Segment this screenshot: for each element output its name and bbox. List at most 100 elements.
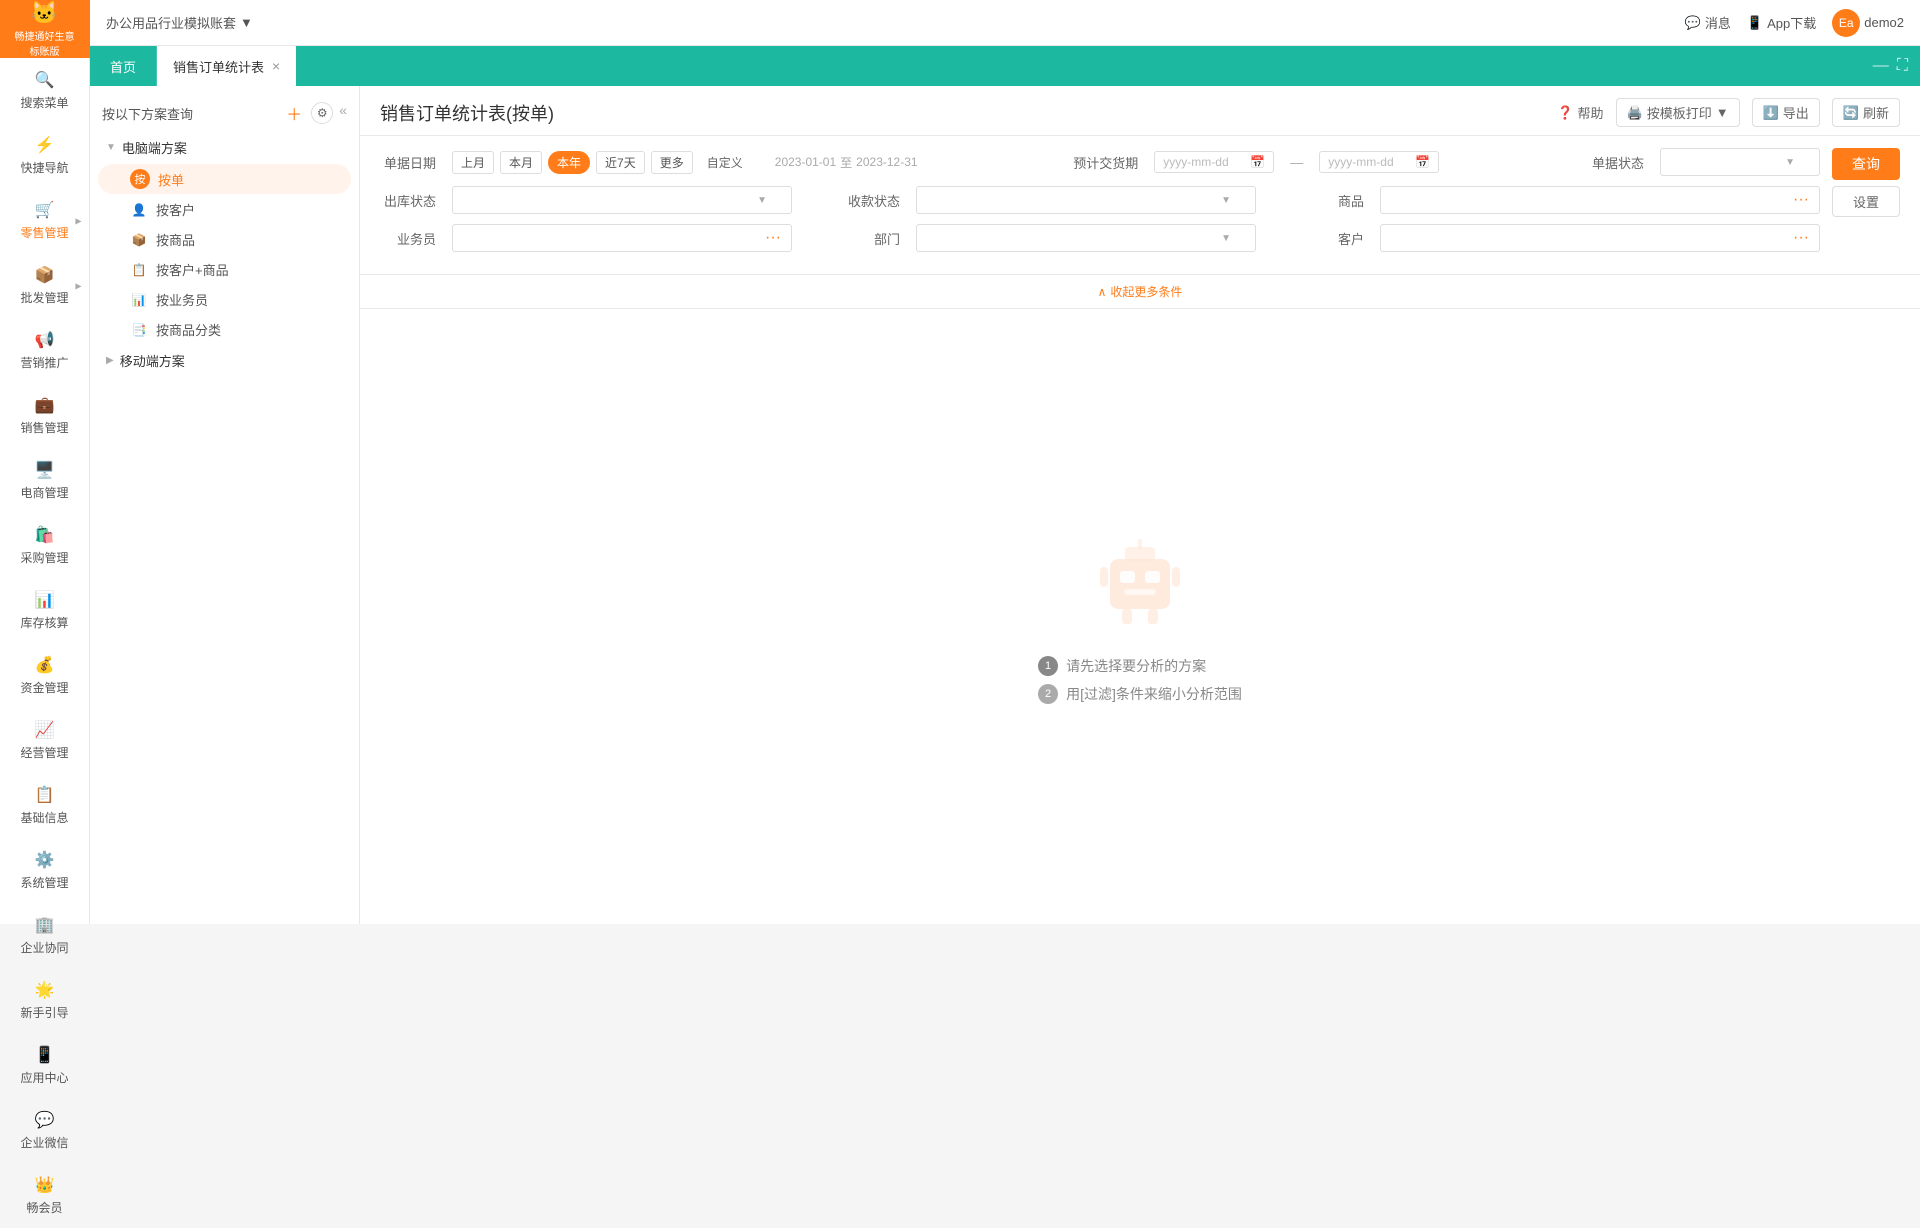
sidebar-item-finance-label: 资金管理 [20,679,68,696]
tree-child-by-salesperson[interactable]: 📊 按业务员 [98,285,351,314]
expected-date-from[interactable]: yyyy-mm-dd 📅 [1154,151,1274,173]
tree-child-by-customer-goods[interactable]: 📋 按客户+商品 [98,255,351,284]
expected-date-to[interactable]: yyyy-mm-dd 📅 [1319,151,1439,173]
tab-home-label: 首页 [110,57,136,76]
empty-tip-1: 1 请先选择要分析的方案 [1038,656,1242,676]
pay-status-select[interactable]: ▼ [916,186,1256,214]
sidebar-item-wholesale[interactable]: 📦 批发管理 [0,253,90,318]
print-label: 按模板打印 [1647,103,1712,122]
print-dropdown-icon: ▼ [1716,105,1729,120]
sidebar-item-finance[interactable]: 💰 资金管理 [0,643,90,708]
export-icon: ⬇️ [1763,105,1779,121]
sidebar-item-nav[interactable]: ⚡ 快捷导航 [0,123,90,188]
user-name: demo2 [1864,15,1904,30]
date-btn-this-month[interactable]: 本月 [500,151,542,174]
sidebar-item-ecommerce-label: 电商管理 [20,484,68,501]
sidebar-item-operation[interactable]: 📈 经营管理 [0,708,90,773]
sidebar-item-newbie-label: 新手引导 [20,1004,68,1021]
user-profile[interactable]: Ea demo2 [1832,9,1904,37]
salesperson-more-btn[interactable]: ··· [761,229,785,247]
refresh-btn[interactable]: 🔄 刷新 [1832,98,1900,127]
account-selector[interactable]: 办公用品行业模拟账套 ▼ [106,13,253,32]
tab-close-icon[interactable]: × [272,58,280,74]
message-btn[interactable]: 💬 消息 [1685,13,1731,32]
ship-status-select[interactable]: ▼ [452,186,792,214]
sidebar-item-enterprise[interactable]: 🏢 企业协同 [0,903,90,968]
sidebar-item-system[interactable]: ⚙️ 系统管理 [0,838,90,903]
app-download-btn[interactable]: 📱 App下载 [1747,13,1816,32]
date-range: 2023-01-01 至 2023-12-31 [775,154,918,171]
minimize-icon[interactable]: — [1873,57,1889,75]
ship-status-label: 出库状态 [380,191,436,210]
expected-date-from-placeholder: yyyy-mm-dd [1163,155,1228,169]
collapse-bar[interactable]: ∧ 收起更多条件 [360,275,1920,309]
expand-icon: ▼ [106,142,116,153]
sidebar-item-marketing[interactable]: 📢 营销推广 [0,318,90,383]
export-btn[interactable]: ⬇️ 导出 [1752,98,1820,127]
sidebar-item-inventory[interactable]: 📊 库存核算 [0,578,90,643]
department-select[interactable]: ▼ [916,224,1256,252]
wholesale-icon: 📦 [35,265,55,285]
member-icon: 👑 [35,1175,55,1195]
sidebar-item-member[interactable]: 👑 畅会员 [0,1163,90,1228]
panel-settings-btn[interactable]: ⚙ [311,102,333,124]
date-btn-custom[interactable]: 自定义 [699,152,751,173]
panel-actions: ＋ ⚙ « [283,102,347,124]
expected-date-to-placeholder: yyyy-mm-dd [1328,155,1393,169]
sidebar-item-sales[interactable]: 💼 销售管理 [0,383,90,448]
sidebar-item-retail[interactable]: 🛒 零售管理 [0,188,90,253]
tree-child-by-order[interactable]: 按 按单 [98,164,351,194]
tree-child-by-customer-goods-label: 按客户+商品 [156,260,229,279]
query-btn[interactable]: 查询 [1832,148,1900,180]
tree-child-by-customer[interactable]: 👤 按客户 [98,195,351,224]
tree-child-by-category[interactable]: 📑 按商品分类 [98,315,351,344]
date-btn-more[interactable]: 更多 [651,151,693,174]
tab-active[interactable]: 销售订单统计表 × [157,46,296,86]
date-btn-last-month[interactable]: 上月 [452,151,494,174]
customer-goods-icon: 📋 [130,261,148,279]
tree-child-by-order-label: 按单 [158,170,184,189]
sidebar-item-ecommerce[interactable]: 🖥️ 电商管理 [0,448,90,513]
date-btn-this-year[interactable]: 本年 [548,151,590,174]
sidebar-item-purchase[interactable]: 🛍️ 采购管理 [0,513,90,578]
status-select[interactable]: ▼ [1660,148,1820,176]
settings-btn[interactable]: 设置 [1832,186,1900,217]
help-btn[interactable]: ❓ 帮助 [1557,103,1603,122]
tip-text-1: 请先选择要分析的方案 [1066,656,1206,676]
inventory-icon: 📊 [35,590,55,610]
sidebar-item-wechat[interactable]: 💬 企业微信 [0,1098,90,1163]
calendar-icon-to: 📅 [1415,155,1430,169]
customer-more-btn[interactable]: ··· [1789,229,1813,247]
app-icon: 📱 [1747,15,1763,31]
goods-more-btn[interactable]: ··· [1789,191,1813,209]
tree-parent-mobile[interactable]: ▶ 移动端方案 [98,345,351,376]
header-actions: ❓ 帮助 🖨️ 按模板打印 ▼ ⬇️ 导出 🔄 刷新 [1557,98,1900,127]
tab-home[interactable]: 首页 [90,46,157,86]
date-sep: — [1290,155,1303,170]
panel-collapse-btn[interactable]: « [339,102,347,124]
print-btn[interactable]: 🖨️ 按模板打印 ▼ [1616,98,1740,127]
customer-icon: 👤 [130,201,148,219]
maximize-icon[interactable]: ⛶ [1897,57,1908,75]
empty-tip-2: 2 用[过滤]条件来缩小分析范围 [1038,684,1242,704]
page-content: 按以下方案查询 ＋ ⚙ « ▼ 电脑端方案 按 按单 👤 按客户 [90,86,1920,924]
customer-label: 客户 [1308,229,1364,248]
sidebar-item-newbie[interactable]: 🌟 新手引导 [0,968,90,1033]
panel-add-btn[interactable]: ＋ [283,102,305,124]
topbar-left: 办公用品行业模拟账套 ▼ [106,13,253,32]
message-icon: 💬 [1685,15,1701,31]
sidebar-item-basic[interactable]: 📋 基础信息 [0,773,90,838]
order-badge: 按 [130,169,150,189]
newbie-icon: 🌟 [35,980,55,1000]
date-btn-7days[interactable]: 近7天 [596,151,645,174]
tree-child-by-goods[interactable]: 📦 按商品 [98,225,351,254]
tip-num-2: 2 [1038,684,1058,704]
tip-num-1: 1 [1038,656,1058,676]
panel-title: 按以下方案查询 [102,104,275,123]
main-area: 办公用品行业模拟账套 ▼ 💬 消息 📱 App下载 Ea demo2 首页 销售… [90,0,1920,924]
mobile-expand-icon: ▶ [106,355,114,366]
sidebar-item-search[interactable]: 🔍 搜索菜单 [0,58,90,123]
sidebar-item-appcenter[interactable]: 📱 应用中心 [0,1033,90,1098]
tree-parent-desktop[interactable]: ▼ 电脑端方案 [98,132,351,163]
app-logo[interactable]: 🐱 畅捷通好生意 标账版 [0,0,90,58]
